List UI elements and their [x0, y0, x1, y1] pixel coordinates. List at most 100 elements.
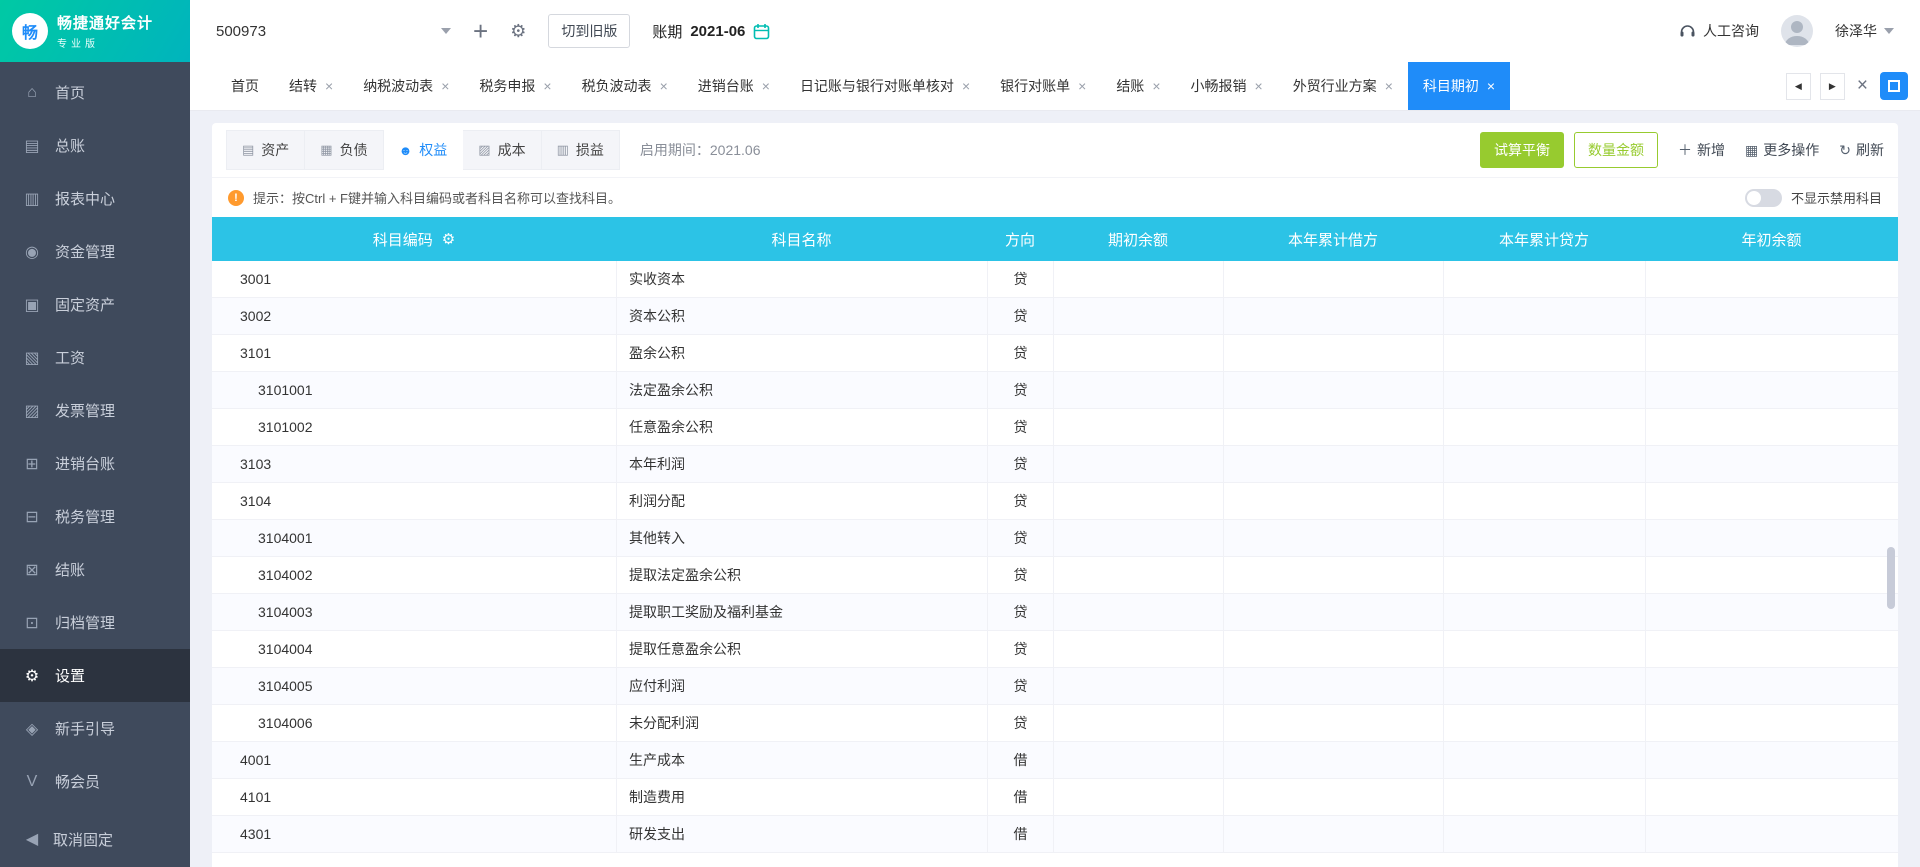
tab-小畅报销[interactable]: 小畅报销 ×: [1176, 62, 1278, 110]
sidebar-item-guide[interactable]: ◈ 新手引导: [0, 702, 190, 755]
column-settings-gear-icon[interactable]: ⚙: [442, 230, 455, 248]
subtab-liability[interactable]: ▦ 负债: [305, 130, 384, 170]
sidebar-item-label: 设置: [55, 668, 86, 685]
tab-日记账与银行对账单核对[interactable]: 日记账与银行对账单核对 ×: [785, 62, 985, 110]
hide-disabled-subjects-toggle[interactable]: [1744, 188, 1782, 207]
tab-label: 日记账与银行对账单核对: [799, 78, 954, 94]
sidebar-item-funds[interactable]: ◉ 资金管理: [0, 225, 190, 278]
table-row[interactable]: 3002 资本公积贷: [212, 298, 1898, 335]
sidebar-item-home[interactable]: ⌂ 首页: [0, 66, 190, 119]
cell-name: 应付利润: [616, 668, 987, 704]
trial-balance-button[interactable]: 试算平衡: [1480, 132, 1565, 168]
user-menu[interactable]: 徐泽华: [1835, 21, 1894, 41]
sidebar-item-fixed-assets[interactable]: ▣ 固定资产: [0, 278, 190, 331]
subtab-equity[interactable]: ☻ 权益: [383, 130, 464, 170]
close-all-tabs-icon[interactable]: ×: [1854, 75, 1871, 97]
column-header-code-label: 科目编码: [372, 231, 433, 249]
sidebar-item-settings[interactable]: ⚙ 设置: [0, 649, 190, 702]
cell-name: 制造费用: [616, 779, 987, 815]
table-row[interactable]: 3101002 任意盈余公积贷: [212, 409, 1898, 446]
add-account-set-button[interactable]: +: [473, 18, 488, 44]
cell-ytd-debit: [1223, 705, 1443, 741]
table-row[interactable]: 3104006 未分配利润贷: [212, 705, 1898, 742]
switch-old-version-button[interactable]: 切到旧版: [548, 14, 631, 48]
human-support-button[interactable]: 人工咨询: [1679, 21, 1759, 41]
tab-银行对账单[interactable]: 银行对账单 ×: [985, 62, 1101, 110]
sidebar-item-archive[interactable]: ⊡ 归档管理: [0, 596, 190, 649]
tabs-scroll-right-button[interactable]: ▶: [1819, 72, 1845, 100]
refresh-button[interactable]: ↻ 刷新: [1839, 140, 1884, 160]
tab-close-icon[interactable]: ×: [1487, 79, 1495, 93]
table-row[interactable]: 3104001 其他转入贷: [212, 520, 1898, 557]
tab-科目期初[interactable]: 科目期初 ×: [1407, 62, 1511, 110]
table-row[interactable]: 4101 制造费用借: [212, 779, 1898, 816]
table-row[interactable]: 3104003 提取职工奖励及福利基金贷: [212, 594, 1898, 631]
cell-opening-balance: [1053, 483, 1223, 519]
sidebar-item-report-center[interactable]: ▥ 报表中心: [0, 172, 190, 225]
tabs-scroll-left-button[interactable]: ◀: [1785, 72, 1811, 100]
table-row[interactable]: 4001 生产成本借: [212, 742, 1898, 779]
tab-close-icon[interactable]: ×: [1078, 79, 1086, 93]
more-actions-button[interactable]: ▦ 更多操作: [1745, 140, 1819, 160]
account-select[interactable]: 500973: [216, 23, 451, 40]
cell-code: 3001: [240, 271, 272, 287]
member-icon: V: [26, 772, 38, 790]
cell-name: 提取任意盈余公积: [616, 631, 987, 667]
cell-ytd-debit: [1223, 816, 1443, 852]
accounting-period-control[interactable]: 账期 2021-06: [652, 21, 770, 42]
cell-ytd-credit: [1443, 557, 1645, 593]
tab-首页[interactable]: 首页: [216, 62, 274, 110]
tab-close-icon[interactable]: ×: [1385, 79, 1393, 93]
more-actions-icon: ▦: [1745, 141, 1759, 158]
sidebar-unpin-button[interactable]: ◀ 取消固定: [0, 811, 190, 867]
sidebar-item-member[interactable]: V 畅会员: [0, 755, 190, 808]
subtab-asset[interactable]: ▤ 资产: [226, 130, 306, 170]
cell-ytd-debit: [1223, 298, 1443, 334]
table-row[interactable]: 3101 盈余公积贷: [212, 335, 1898, 372]
table-row[interactable]: 3104 利润分配贷: [212, 483, 1898, 520]
subjects-table: 科目编码 ⚙ 科目名称 方向 期初余额 本年累计借方 本年累计贷方 年初余额 3…: [212, 217, 1898, 867]
avatar[interactable]: [1781, 15, 1813, 47]
table-row[interactable]: 3104004 提取任意盈余公积贷: [212, 631, 1898, 668]
tab-结账[interactable]: 结账 ×: [1101, 62, 1175, 110]
sidebar-item-invoice[interactable]: ▨ 发票管理: [0, 384, 190, 437]
main-area: 500973 + ⚙ 切到旧版 账期 2021-06 人工咨询 徐泽华 首页 结…: [190, 0, 1920, 867]
tab-close-icon[interactable]: ×: [1255, 79, 1263, 93]
sidebar-item-payroll[interactable]: ▧ 工资: [0, 331, 190, 384]
tab-close-icon[interactable]: ×: [441, 79, 449, 93]
subtab-cost[interactable]: ▨ 成本: [463, 130, 542, 170]
table-row[interactable]: 3101001 法定盈余公积贷: [212, 372, 1898, 409]
tab-税务申报[interactable]: 税务申报 ×: [464, 62, 566, 110]
add-subject-button[interactable]: ＋ 新增: [1678, 140, 1725, 160]
tab-close-icon[interactable]: ×: [962, 79, 970, 93]
table-row[interactable]: 4301 研发支出借: [212, 816, 1898, 853]
column-header-year-begin-balance: 年初余额: [1741, 231, 1802, 249]
fullscreen-button[interactable]: [1880, 72, 1908, 100]
cell-ytd-credit: [1443, 261, 1645, 297]
tab-close-icon[interactable]: ×: [325, 79, 333, 93]
table-row[interactable]: 3104002 提取法定盈余公积贷: [212, 557, 1898, 594]
tab-进销台账[interactable]: 进销台账 ×: [683, 62, 785, 110]
table-row[interactable]: 3001 实收资本贷: [212, 261, 1898, 298]
tab-close-icon[interactable]: ×: [660, 79, 668, 93]
quantity-amount-button[interactable]: 数量金额: [1574, 132, 1659, 168]
tab-close-icon[interactable]: ×: [543, 79, 551, 93]
tab-结转[interactable]: 结转 ×: [274, 62, 348, 110]
cost-icon: ▨: [478, 142, 491, 157]
sidebar-item-closing[interactable]: ⊠ 结账: [0, 543, 190, 596]
add-subject-label: 新增: [1697, 142, 1726, 158]
tab-close-icon[interactable]: ×: [1152, 79, 1160, 93]
gear-icon[interactable]: ⚙: [510, 21, 526, 42]
table-row[interactable]: 3104005 应付利润贷: [212, 668, 1898, 705]
tab-纳税波动表[interactable]: 纳税波动表 ×: [348, 62, 464, 110]
cell-code: 3104004: [258, 641, 313, 657]
sidebar-item-ledger[interactable]: ▤ 总账: [0, 119, 190, 172]
sidebar-item-purchase-sale[interactable]: ⊞ 进销台账: [0, 437, 190, 490]
vertical-scrollbar-thumb[interactable]: [1887, 547, 1895, 609]
tab-外贸行业方案[interactable]: 外贸行业方案 ×: [1278, 62, 1408, 110]
subtab-profit-loss[interactable]: ▥ 损益: [541, 130, 620, 170]
tab-close-icon[interactable]: ×: [762, 79, 770, 93]
table-row[interactable]: 3103 本年利润贷: [212, 446, 1898, 483]
sidebar-item-tax[interactable]: ⊟ 税务管理: [0, 490, 190, 543]
tab-税负波动表[interactable]: 税负波动表 ×: [567, 62, 683, 110]
